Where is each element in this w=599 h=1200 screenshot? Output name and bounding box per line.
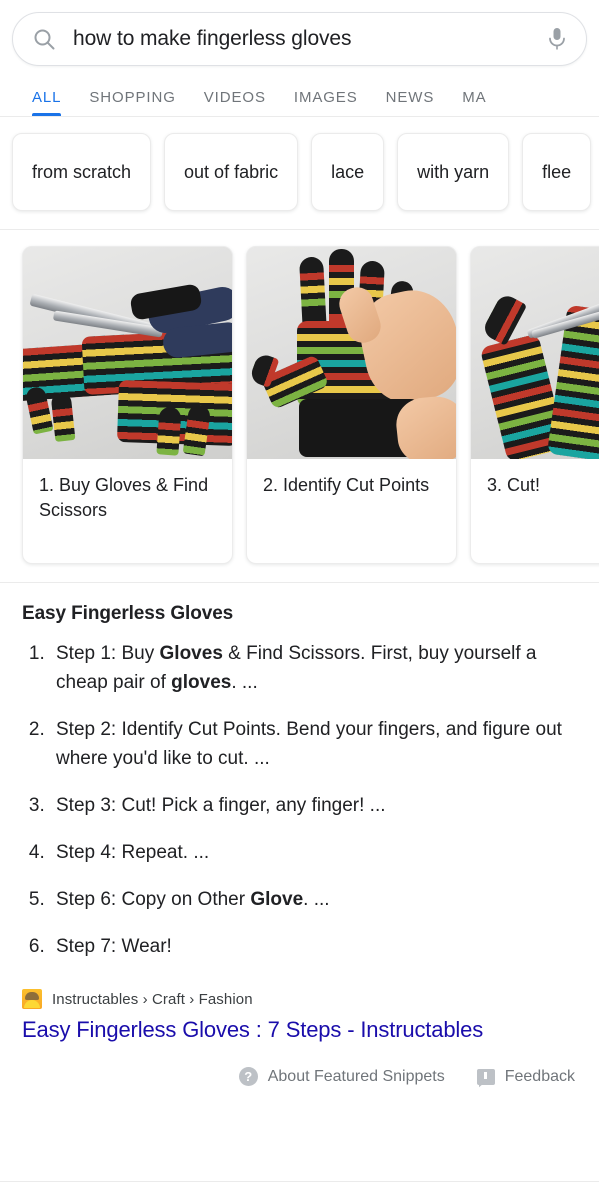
step-card-1-image	[23, 247, 232, 459]
step-card-2-image	[247, 247, 456, 459]
step-card-1-caption: 1. Buy Gloves & Find Scissors	[39, 475, 209, 520]
tab-shopping[interactable]: SHOPPING	[75, 89, 189, 116]
tab-all[interactable]: ALL	[14, 89, 75, 116]
snippet-step-item: Step 3: Cut! Pick a finger, any finger! …	[50, 791, 577, 820]
snippet-title: Easy Fingerless Gloves	[22, 603, 234, 624]
step-card-3-image	[471, 247, 599, 459]
result-title-link[interactable]: Easy Fingerless Gloves : 7 Steps - Instr…	[22, 1015, 577, 1045]
snippet-step-item: Step 7: Wear!	[50, 932, 577, 961]
source-breadcrumb-line: Instructables › Craft › Fashion	[22, 989, 577, 1009]
refinement-chips-row[interactable]: from scratch out of fabric lace with yar…	[0, 117, 599, 229]
help-circle-icon: ?	[238, 1067, 258, 1086]
tab-news[interactable]: NEWS	[372, 89, 449, 116]
snippet-step-list: Step 1: Buy Gloves & Find Scissors. Firs…	[50, 639, 577, 961]
tab-videos[interactable]: VIDEOS	[190, 89, 280, 116]
search-results-page: how to make fingerless gloves ALL SHOPPI…	[0, 0, 599, 1200]
chip-fleece[interactable]: flee	[522, 133, 592, 211]
feedback-link[interactable]: Feedback	[476, 1067, 575, 1086]
snippet-footer: ? About Featured Snippets Feedback	[0, 1045, 599, 1086]
about-featured-snippets-link[interactable]: ? About Featured Snippets	[238, 1067, 445, 1086]
feedback-icon	[476, 1068, 495, 1085]
search-icon	[31, 26, 57, 52]
snippet-step-item: Step 1: Buy Gloves & Find Scissors. Firs…	[50, 639, 577, 697]
breadcrumb: Instructables › Craft › Fashion	[52, 990, 253, 1008]
page-bottom-divider	[0, 1181, 599, 1182]
snippet-source: Instructables › Craft › Fashion Easy Fin…	[0, 979, 599, 1045]
tab-maps[interactable]: MA	[448, 89, 500, 116]
snippet-step-item: Step 6: Copy on Other Glove. ...	[50, 885, 577, 914]
about-featured-snippets-label: About Featured Snippets	[267, 1067, 445, 1085]
search-vertical-tabs: ALL SHOPPING VIDEOS IMAGES NEWS MA	[0, 66, 599, 116]
search-bar[interactable]: how to make fingerless gloves	[12, 12, 587, 66]
chip-with-yarn[interactable]: with yarn	[397, 133, 510, 211]
feedback-label: Feedback	[504, 1067, 575, 1085]
chip-from-scratch[interactable]: from scratch	[12, 133, 152, 211]
step-card-3-caption: 3. Cut!	[487, 475, 541, 495]
featured-snippet: Easy Fingerless Gloves Step 1: Buy Glove…	[0, 583, 599, 961]
step-card-2-caption: 2. Identify Cut Points	[263, 475, 430, 495]
step-card-3[interactable]: 3. Cut!	[470, 246, 599, 564]
snippet-step-item: Step 2: Identify Cut Points. Bend your f…	[50, 715, 577, 773]
search-bar-container: how to make fingerless gloves	[0, 0, 599, 66]
instructables-favicon	[22, 989, 42, 1009]
step-cards-carousel[interactable]: 1. Buy Gloves & Find Scissors 2. Identif…	[0, 230, 599, 582]
chip-lace[interactable]: lace	[311, 133, 385, 211]
chip-out-of-fabric[interactable]: out of fabric	[164, 133, 299, 211]
search-input[interactable]: how to make fingerless gloves	[73, 27, 544, 51]
snippet-step-item: Step 4: Repeat. ...	[50, 838, 577, 867]
step-card-2[interactable]: 2. Identify Cut Points	[246, 246, 457, 564]
microphone-icon[interactable]	[544, 24, 570, 54]
step-card-1[interactable]: 1. Buy Gloves & Find Scissors	[22, 246, 233, 564]
tab-images[interactable]: IMAGES	[280, 89, 372, 116]
